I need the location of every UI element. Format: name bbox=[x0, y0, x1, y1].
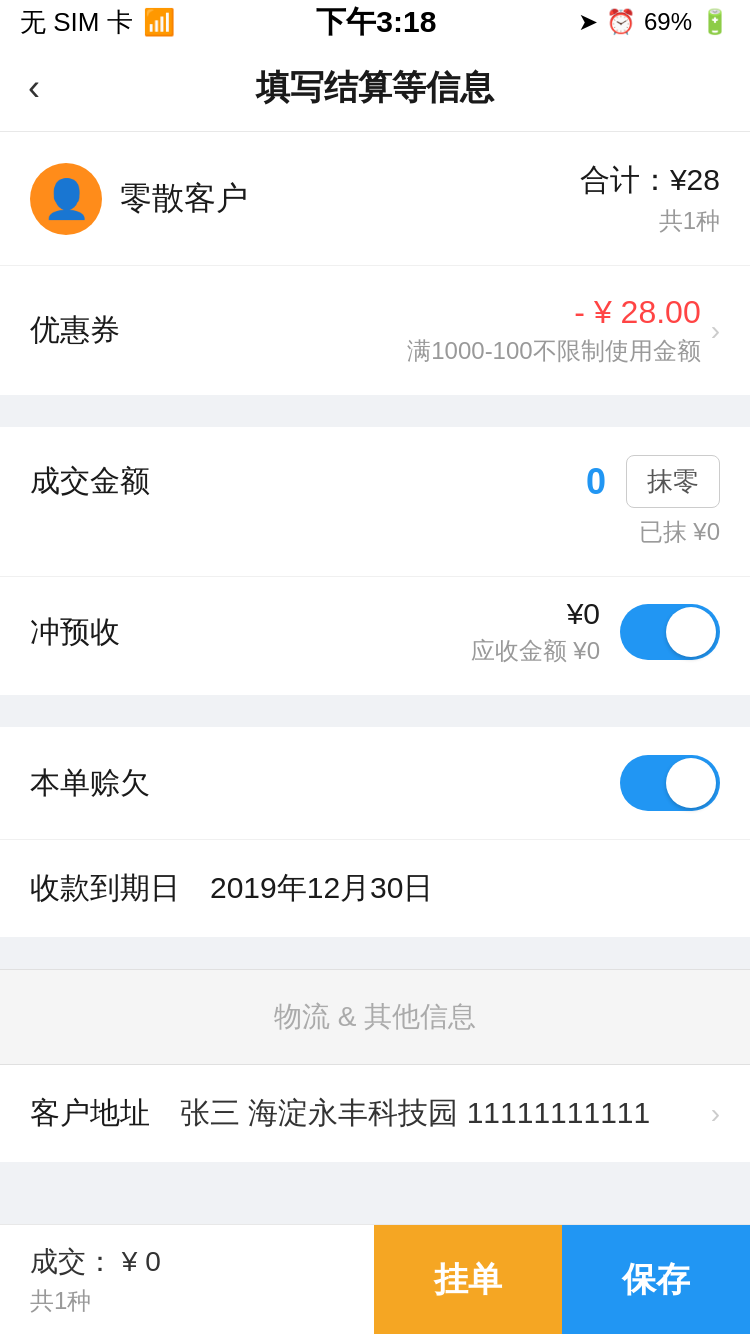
prepay-label: 冲预收 bbox=[30, 612, 120, 653]
battery-label: 69% bbox=[644, 8, 692, 36]
amount-value[interactable]: 0 bbox=[586, 461, 606, 503]
round-off-button[interactable]: 抹零 bbox=[626, 455, 720, 508]
bottom-bar: 成交： ¥ 0 共1种 挂单 保存 bbox=[0, 1224, 750, 1334]
deal-label: 成交： bbox=[30, 1246, 114, 1277]
bottom-count: 共1种 bbox=[30, 1285, 344, 1317]
amount-section: 成交金额 0 抹零 已抹 ¥0 冲预收 ¥0 应收金额 ¥0 bbox=[0, 427, 750, 695]
amount-label: 成交金额 bbox=[30, 461, 150, 502]
section-divider-3 bbox=[0, 953, 750, 969]
coupon-desc: 满1000-100不限制使用金额 bbox=[407, 335, 700, 367]
back-button[interactable]: ‹ bbox=[28, 67, 40, 109]
battery-icon: 🔋 bbox=[700, 8, 730, 36]
status-time: 下午3:18 bbox=[316, 2, 436, 43]
customer-name: 零散客户 bbox=[120, 177, 248, 221]
prepay-sub: 应收金额 ¥0 bbox=[471, 635, 600, 667]
duedate-section: 收款到期日 2019年12月30日 bbox=[0, 839, 750, 937]
save-button[interactable]: 保存 bbox=[562, 1225, 750, 1335]
address-value: 张三 海淀永丰科技园 11111111111 bbox=[180, 1093, 650, 1134]
page-title: 填写结算等信息 bbox=[256, 65, 494, 111]
alarm-icon: ⏰ bbox=[606, 8, 636, 36]
address-section[interactable]: 客户地址 张三 海淀永丰科技园 11111111111 › bbox=[0, 1065, 750, 1162]
customer-section: 👤 零散客户 合计：¥28 共1种 优惠券 - ¥ 28.00 满1000-10… bbox=[0, 132, 750, 395]
debt-section: 本单赊欠 收款到期日 2019年12月30日 bbox=[0, 727, 750, 937]
prepay-section: 冲预收 ¥0 应收金额 ¥0 bbox=[0, 576, 750, 695]
status-bar: 无 SIM 卡 📶 下午3:18 ➤ ⏰ 69% 🔋 bbox=[0, 0, 750, 44]
status-right: ➤ ⏰ 69% 🔋 bbox=[578, 8, 730, 36]
coupon-amount: - ¥ 28.00 bbox=[407, 294, 700, 331]
customer-total: 合计：¥28 bbox=[580, 160, 720, 201]
logistics-section: 物流 & 其他信息 bbox=[0, 969, 750, 1065]
debt-toggle[interactable] bbox=[620, 755, 720, 811]
customer-left: 👤 零散客户 bbox=[30, 163, 248, 235]
main-content: 👤 零散客户 合计：¥28 共1种 优惠券 - ¥ 28.00 满1000-10… bbox=[0, 132, 750, 1282]
avatar-icon: 👤 bbox=[43, 177, 90, 221]
coupon-label: 优惠券 bbox=[30, 310, 120, 351]
bottom-deal: 成交： ¥ 0 bbox=[30, 1243, 344, 1281]
debt-label: 本单赊欠 bbox=[30, 763, 150, 804]
duedate-label: 收款到期日 bbox=[30, 868, 180, 909]
address-label: 客户地址 bbox=[30, 1093, 150, 1134]
amount-row: 成交金额 0 抹零 bbox=[30, 455, 720, 508]
wifi-icon: 📶 bbox=[143, 7, 175, 38]
location-icon: ➤ bbox=[578, 8, 598, 36]
prepay-main: ¥0 bbox=[471, 597, 600, 631]
coupon-right: - ¥ 28.00 满1000-100不限制使用金额 › bbox=[407, 294, 720, 367]
prepay-row: 冲预收 ¥0 应收金额 ¥0 bbox=[30, 597, 720, 667]
toggle-thumb bbox=[666, 607, 716, 657]
bottom-summary: 成交： ¥ 0 共1种 bbox=[0, 1243, 374, 1317]
nav-bar: ‹ 填写结算等信息 bbox=[0, 44, 750, 132]
customer-row: 👤 零散客户 合计：¥28 共1种 bbox=[0, 132, 750, 265]
coupon-value: - ¥ 28.00 满1000-100不限制使用金额 bbox=[407, 294, 700, 367]
duedate-value[interactable]: 2019年12月30日 bbox=[210, 868, 433, 909]
section-divider bbox=[0, 411, 750, 427]
debt-toggle-thumb bbox=[666, 758, 716, 808]
address-left: 客户地址 张三 海淀永丰科技园 11111111111 bbox=[30, 1093, 650, 1134]
sim-label: 无 SIM 卡 bbox=[20, 5, 133, 40]
amount-right: 0 抹零 bbox=[586, 455, 720, 508]
prepay-right: ¥0 应收金额 ¥0 bbox=[471, 597, 720, 667]
address-chevron-icon: › bbox=[711, 1098, 720, 1130]
deal-value: ¥ 0 bbox=[122, 1246, 161, 1277]
pending-button[interactable]: 挂单 bbox=[374, 1225, 562, 1335]
chevron-right-icon: › bbox=[711, 315, 720, 347]
avatar: 👤 bbox=[30, 163, 102, 235]
amount-content: 成交金额 0 抹零 已抹 ¥0 bbox=[0, 427, 750, 576]
customer-right: 合计：¥28 共1种 bbox=[580, 160, 720, 237]
coupon-row[interactable]: 优惠券 - ¥ 28.00 满1000-100不限制使用金额 › bbox=[0, 265, 750, 395]
debt-content: 本单赊欠 bbox=[0, 727, 750, 839]
prepay-amount-col: ¥0 应收金额 ¥0 bbox=[471, 597, 600, 667]
status-left: 无 SIM 卡 📶 bbox=[20, 5, 175, 40]
customer-count: 共1种 bbox=[580, 205, 720, 237]
duedate-row: 收款到期日 2019年12月30日 bbox=[30, 840, 720, 909]
prepay-toggle[interactable] bbox=[620, 604, 720, 660]
section-divider-2 bbox=[0, 711, 750, 727]
amount-sub: 已抹 ¥0 bbox=[30, 516, 720, 548]
logistics-title: 物流 & 其他信息 bbox=[274, 1001, 476, 1032]
